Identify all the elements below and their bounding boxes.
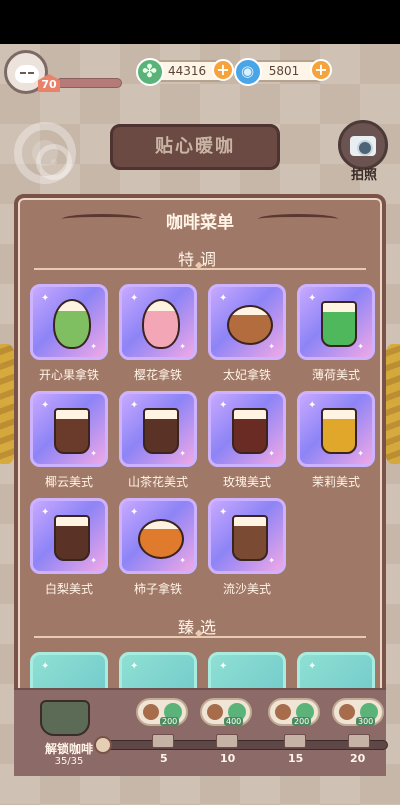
coffee-icon xyxy=(143,704,159,720)
menu-item[interactable]: 柿子拿铁 xyxy=(119,498,197,597)
menu-item-card[interactable] xyxy=(208,498,286,574)
drink-icon xyxy=(232,408,268,454)
progress-tick: 10 xyxy=(220,752,236,765)
gem-icon xyxy=(234,58,262,86)
menu-title: 咖啡菜单 xyxy=(166,213,234,233)
clover-currency[interactable]: 44316 + xyxy=(136,58,234,86)
menu-item-card[interactable] xyxy=(208,391,286,467)
reward-bubble[interactable]: 300 xyxy=(332,698,384,726)
drink-icon xyxy=(138,519,184,559)
menu-item-card[interactable] xyxy=(119,284,197,360)
xp-bar xyxy=(56,78,122,88)
add-clover-button[interactable]: + xyxy=(212,59,234,81)
camera-label[interactable]: 拍照 xyxy=(340,164,388,183)
menu-item-label: 太妃拿铁 xyxy=(222,368,271,382)
reward-amount: 200 xyxy=(160,717,180,726)
menu-item-label: 开心果拿铁 xyxy=(38,368,99,382)
coffee-icon xyxy=(275,704,291,720)
progress-tick: 20 xyxy=(350,752,366,765)
progress-knob xyxy=(94,736,112,754)
gift-icon xyxy=(348,734,370,748)
decor-sun xyxy=(36,144,72,180)
menu-item-card[interactable] xyxy=(119,391,197,467)
menu-item[interactable]: 薄荷美式 xyxy=(297,284,375,383)
menu-item-card[interactable] xyxy=(297,391,375,467)
menu-item-label: 玫瑰美式 xyxy=(222,475,271,489)
cat-face-icon xyxy=(15,65,39,83)
menu-item-card[interactable] xyxy=(208,284,286,360)
section-divider xyxy=(34,628,366,639)
menu-item-card[interactable] xyxy=(30,284,108,360)
clover-icon xyxy=(136,58,164,86)
coffee-icon xyxy=(339,704,355,720)
drink-icon xyxy=(53,299,91,349)
gift-icon xyxy=(216,734,238,748)
menu-item-label: 薄荷美式 xyxy=(311,368,360,382)
menu-item[interactable]: 椰云美式 xyxy=(30,391,108,490)
camera-icon xyxy=(350,136,376,156)
menu-item-label: 流沙美式 xyxy=(222,582,271,596)
gift-icon xyxy=(284,734,306,748)
status-bar xyxy=(0,0,400,44)
gem-currency[interactable]: 5801 + xyxy=(234,58,332,86)
menu-item-label: 柿子拿铁 xyxy=(133,582,182,596)
clover-amount: 44316 xyxy=(168,64,207,78)
section-divider xyxy=(34,260,366,271)
menu-item-card[interactable] xyxy=(30,498,108,574)
add-gem-button[interactable]: + xyxy=(310,59,332,81)
camera-button[interactable] xyxy=(338,120,388,170)
menu-item-label: 椰云美式 xyxy=(44,475,93,489)
menu-item[interactable]: 开心果拿铁 xyxy=(30,284,108,383)
menu-item-card[interactable] xyxy=(30,391,108,467)
menu-item[interactable]: 玫瑰美式 xyxy=(208,391,286,490)
coffee-cup-icon xyxy=(40,700,90,736)
menu-item-card[interactable] xyxy=(119,498,197,574)
unlock-count: 35/35 xyxy=(54,756,84,767)
drink-icon xyxy=(54,408,90,454)
reward-bubble[interactable]: 200 xyxy=(136,698,188,726)
menu-item[interactable]: 流沙美式 xyxy=(208,498,286,597)
drink-icon xyxy=(321,301,357,347)
menu-item-label: 茉莉美式 xyxy=(311,475,360,489)
menu-item-label: 山茶花美式 xyxy=(127,475,188,489)
reward-bubble[interactable]: 400 xyxy=(200,698,252,726)
gift-icon xyxy=(152,734,174,748)
coffee-icon xyxy=(207,704,223,720)
menu-item[interactable]: 茉莉美式 xyxy=(297,391,375,490)
drink-icon xyxy=(232,515,268,561)
menu-item[interactable]: 樱花拿铁 xyxy=(119,284,197,383)
shop-sign: 贴心暖咖 xyxy=(110,124,280,170)
drink-icon xyxy=(227,305,273,345)
reward-amount: 300 xyxy=(356,717,376,726)
progress-track xyxy=(98,740,388,750)
reward-bubble[interactable]: 200 xyxy=(268,698,320,726)
drink-icon xyxy=(54,515,90,561)
menu-item-label: 白梨美式 xyxy=(44,582,93,596)
drink-icon xyxy=(143,408,179,454)
menu-item-card[interactable] xyxy=(297,284,375,360)
drink-icon xyxy=(321,408,357,454)
menu-item[interactable]: 太妃拿铁 xyxy=(208,284,286,383)
unlock-progress-bar: 解锁咖啡 35/35 200 400 200 300 5 10 15 20 xyxy=(14,688,388,776)
reward-amount: 400 xyxy=(224,717,244,726)
menu-item[interactable]: 山茶花美式 xyxy=(119,391,197,490)
menu-item-label: 樱花拿铁 xyxy=(133,368,182,382)
drink-icon xyxy=(142,299,180,349)
progress-tick: 5 xyxy=(160,752,168,765)
reward-amount: 200 xyxy=(292,717,312,726)
gem-amount: 5801 xyxy=(268,64,300,78)
progress-tick: 15 xyxy=(288,752,304,765)
menu-item[interactable]: 白梨美式 xyxy=(30,498,108,597)
